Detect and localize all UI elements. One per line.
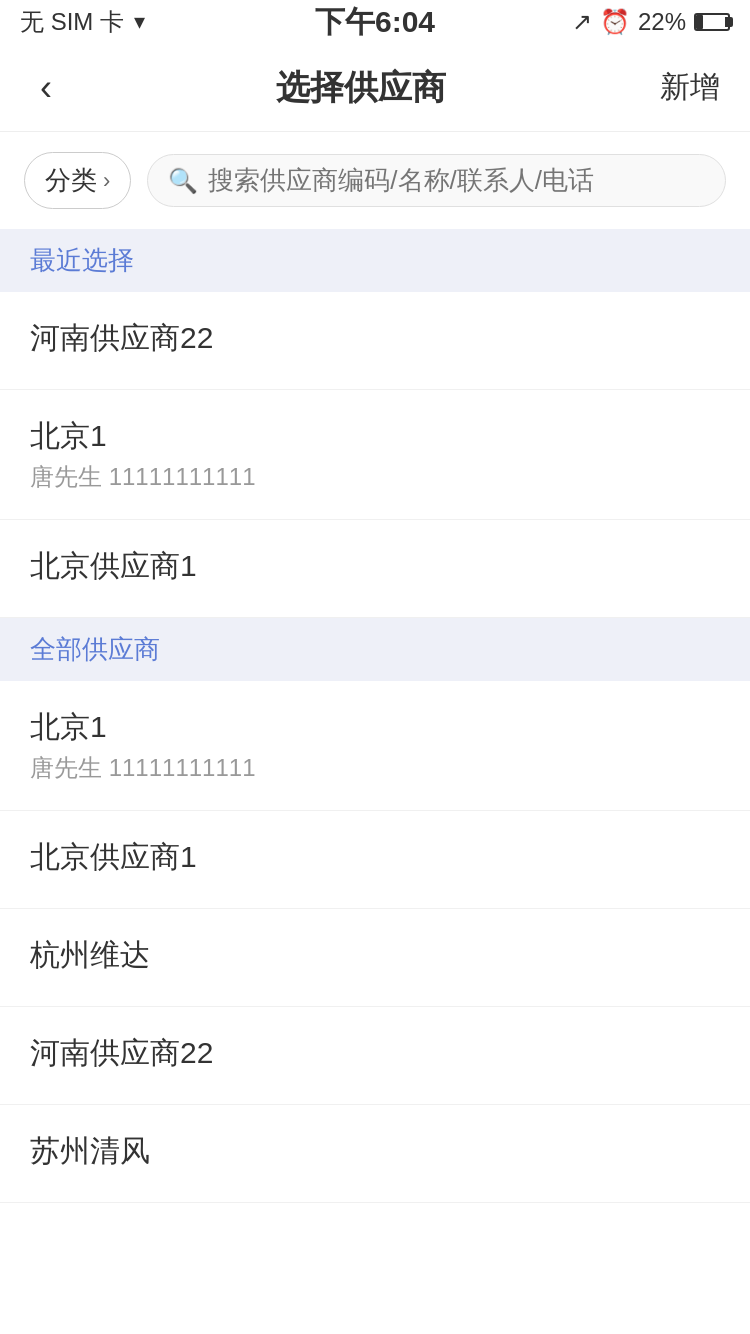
supplier-name: 北京1 [30, 707, 720, 748]
recent-section-label: 最近选择 [30, 245, 134, 275]
supplier-name: 北京1 [30, 416, 720, 457]
back-button[interactable]: ‹ [30, 57, 62, 119]
list-item[interactable]: 北京供应商1 [0, 811, 750, 909]
list-item[interactable]: 苏州清风 [0, 1105, 750, 1203]
status-time: 下午6:04 [315, 2, 435, 43]
supplier-name: 河南供应商22 [30, 1033, 720, 1074]
all-section-label: 全部供应商 [30, 634, 160, 664]
battery-icon [694, 13, 730, 31]
status-right: ↗ ⏰ 22% [572, 8, 730, 36]
category-label: 分类 [45, 163, 97, 198]
wifi-icon: ▾ [134, 9, 145, 35]
supplier-name: 苏州清风 [30, 1131, 720, 1172]
page-title: 选择供应商 [276, 65, 446, 111]
battery-percent: 22% [638, 8, 686, 36]
supplier-contact: 唐先生 11111111111 [30, 752, 720, 784]
add-button[interactable]: 新增 [660, 67, 720, 108]
search-icon: 🔍 [168, 167, 198, 195]
carrier-text: 无 SIM 卡 [20, 6, 124, 38]
status-bar: 无 SIM 卡 ▾ 下午6:04 ↗ ⏰ 22% [0, 0, 750, 44]
list-item[interactable]: 河南供应商22 [0, 292, 750, 390]
list-item[interactable]: 杭州维达 [0, 909, 750, 1007]
search-input[interactable] [208, 165, 705, 196]
supplier-name: 河南供应商22 [30, 318, 720, 359]
status-left: 无 SIM 卡 ▾ [20, 6, 145, 38]
nav-bar: ‹ 选择供应商 新增 [0, 44, 750, 132]
supplier-contact: 唐先生 11111111111 [30, 461, 720, 493]
search-box[interactable]: 🔍 [147, 154, 726, 207]
supplier-name: 北京供应商1 [30, 546, 720, 587]
recent-section-header: 最近选择 [0, 229, 750, 292]
alarm-icon: ⏰ [600, 8, 630, 36]
location-icon: ↗ [572, 8, 592, 36]
all-section-header: 全部供应商 [0, 618, 750, 681]
list-item[interactable]: 河南供应商22 [0, 1007, 750, 1105]
filter-bar: 分类 › 🔍 [0, 132, 750, 229]
list-item[interactable]: 北京供应商1 [0, 520, 750, 618]
all-items-list: 北京1 唐先生 11111111111 北京供应商1 杭州维达 河南供应商22 … [0, 681, 750, 1203]
supplier-name: 北京供应商1 [30, 837, 720, 878]
list-item[interactable]: 北京1 唐先生 11111111111 [0, 681, 750, 811]
list-item[interactable]: 北京1 唐先生 11111111111 [0, 390, 750, 520]
chevron-right-icon: › [103, 168, 110, 194]
recent-items-list: 河南供应商22 北京1 唐先生 11111111111 北京供应商1 [0, 292, 750, 618]
category-filter[interactable]: 分类 › [24, 152, 131, 209]
supplier-name: 杭州维达 [30, 935, 720, 976]
